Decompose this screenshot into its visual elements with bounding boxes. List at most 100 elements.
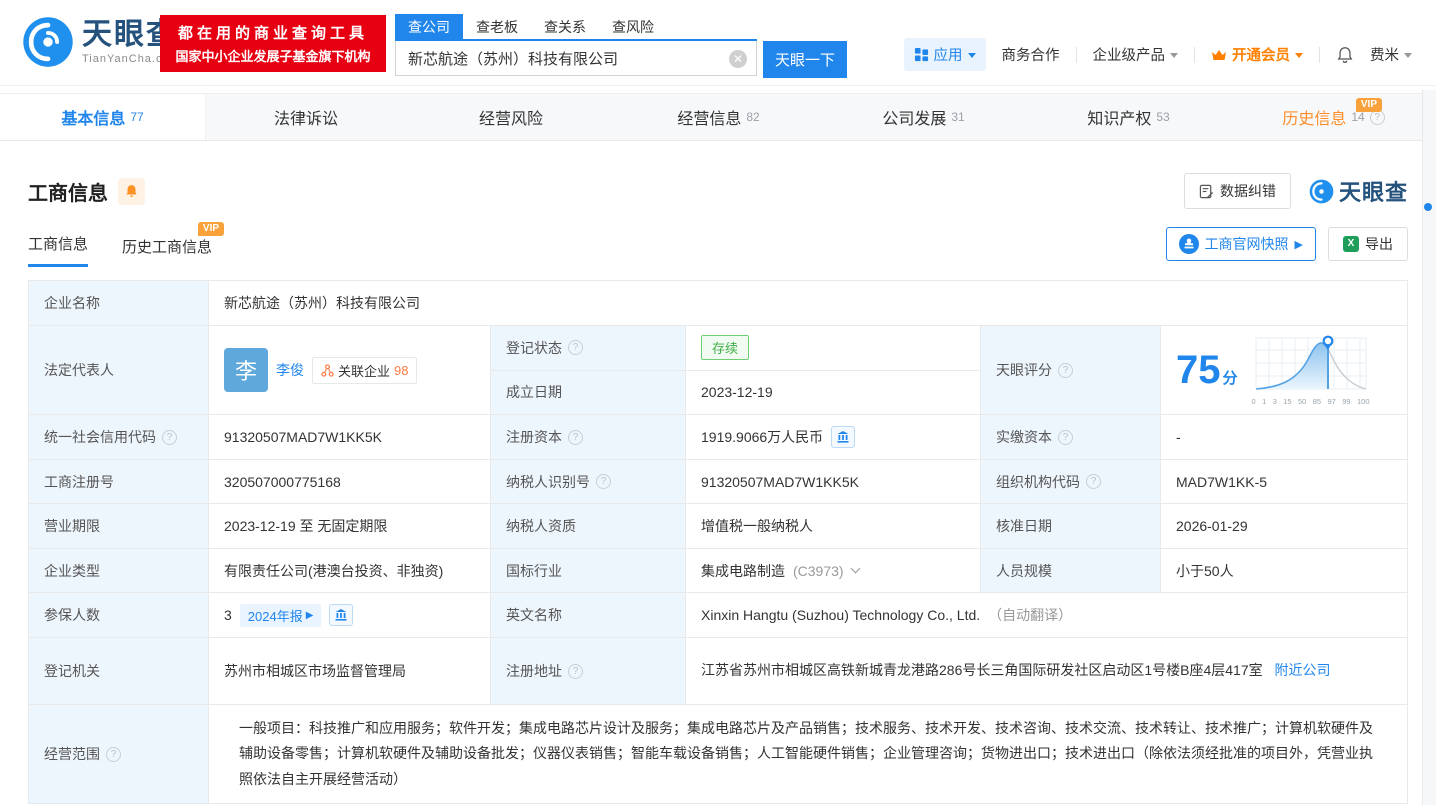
enterprise-products-menu[interactable]: 企业级产品 [1093,44,1178,65]
score-distribution-chart: 01 3 15 50 85 97 99 100 [1252,335,1372,406]
user-menu[interactable]: 费米 [1370,44,1412,65]
taxpayer-id-value: 91320507MAD7W1KK5K [686,460,981,503]
official-snapshot-button[interactable]: 工商官网快照 ▶ [1165,227,1316,261]
edit-document-icon [1199,184,1214,198]
score-value: 75 分 0 1 3 15 50 85 97 99 100 [1161,326,1409,414]
apps-grid-icon [914,47,928,62]
business-scope-label: 经营范围? [29,705,209,803]
address-label: 注册地址? [491,638,686,704]
business-term-label: 营业期限 [29,504,209,548]
insured-value: 3 2024年报 ▶ [209,593,491,637]
search-tab-boss[interactable]: 查老板 [463,14,531,39]
reg-capital-label: 注册资本? [491,415,686,459]
search-tab-relation[interactable]: 查关系 [531,14,599,39]
chevron-down-icon[interactable] [850,563,861,574]
taxpayer-quality-value: 增值税一般纳税人 [686,504,981,548]
table-row: 成立日期 2023-12-19 [491,370,981,414]
section-header: 工商信息 数据纠错 天眼查 [28,173,1408,209]
subscribe-bell-button[interactable] [118,177,145,205]
notifications-bell[interactable] [1336,46,1354,64]
company-nav-tabs: 基本信息 77 法律诉讼 经营风险 经营信息 82 公司发展 31 知识产权 53 VI… [0,93,1436,141]
subtab-business-registration[interactable]: 工商信息 [28,233,89,267]
export-button[interactable]: X 导出 [1328,227,1408,261]
help-icon[interactable]: ? [596,474,611,489]
credit-code-value: 91320507MAD7W1KK5K [209,415,491,459]
approval-date-value: 2026-01-29 [1176,518,1248,534]
network-icon [321,363,334,377]
table-row: 登记状态? 存续 [491,326,981,371]
search-input[interactable] [395,41,757,76]
legal-rep-name-link[interactable]: 李俊 [276,360,304,380]
tab-business-info[interactable]: 经营信息 82 [616,94,821,140]
open-vip-menu[interactable]: 开通会员 [1211,44,1303,65]
cooperation-menu[interactable]: 商务合作 [1002,44,1060,65]
taxpayer-id-label: 纳税人识别号? [491,460,686,503]
tianyancha-watermark-logo: 天眼查 [1309,175,1408,207]
paid-capital-label: 实缴资本? [981,415,1161,459]
help-icon[interactable]: ? [106,746,121,762]
staff-size-value: 小于50人 [1176,562,1234,579]
table-row: 营业期限 2023-12-19 至 无固定期限 纳税人资质 增值税一般纳税人 核… [29,504,1407,549]
staff-size-label: 人员规模 [981,549,1161,592]
chevron-down-icon [1170,52,1178,62]
approval-date-label: 核准日期 [981,504,1161,548]
tab-operation-risk[interactable]: 经营风险 [411,94,616,140]
related-companies-badge[interactable]: 关联企业 98 [312,356,418,384]
legal-rep-avatar[interactable]: 李 [224,348,268,392]
bell-icon [126,184,137,197]
tianyancha-logo[interactable]: 天眼查 TianYanCha.com [22,16,180,68]
chevron-down-icon [967,52,976,62]
reg-authority-value: 苏州市相城区市场监督管理局 [209,638,491,704]
table-row: 工商注册号 320507000775168 纳税人识别号? 91320507MA… [29,460,1407,504]
tab-company-development[interactable]: 公司发展 31 [821,94,1026,140]
business-scope-value: 一般项目：科技推广和应用服务；软件开发；集成电路芯片设计及服务；集成电路芯片及产… [239,720,1373,787]
subtab-history-registration[interactable]: VIP 历史工商信息 [122,222,225,267]
establish-date-label: 成立日期 [491,370,686,414]
business-info-table: 企业名称 新芯航途（苏州）科技有限公司 法定代表人 李 李俊 关联企业 98 登… [28,280,1408,804]
bar-chart-icon [335,609,347,621]
score-label: 天眼评分? [981,326,1161,414]
nearby-companies-link[interactable]: 附近公司 [1275,662,1331,678]
promo-line1: 都在用的商业查询工具 [177,25,368,42]
data-correction-button[interactable]: 数据纠错 [1183,173,1291,209]
search-button[interactable]: 天眼一下 [763,41,847,78]
divider [1194,46,1195,63]
top-bar: 天眼查 TianYanCha.com 都在用的商业查询工具 国家中小企业发展子基… [0,0,1436,86]
crown-icon [1212,49,1226,60]
search-tab-risk[interactable]: 查风险 [599,14,667,39]
status-date-block: 登记状态? 存续 成立日期 2023-12-19 [491,326,981,414]
score-axis-ticks: 01 3 15 50 85 97 99 100 [1251,396,1370,406]
annual-report-chip[interactable]: 2024年报 ▶ [239,603,322,627]
page-scrollbar[interactable] [1422,90,1436,805]
help-icon[interactable]: ? [568,340,583,356]
tab-legal-litigation[interactable]: 法律诉讼 [206,94,411,140]
subtab-row: 工商信息 VIP 历史工商信息 工商官网快照 ▶ X 导出 [28,222,1408,267]
help-icon[interactable]: ? [1058,429,1073,445]
help-icon[interactable]: ? [568,429,583,445]
capital-history-chart-button[interactable] [831,426,856,448]
tab-basic-info[interactable]: 基本信息 77 [0,94,206,140]
help-icon[interactable]: ? [162,429,177,445]
help-icon[interactable]: ? [1058,362,1073,378]
insured-history-chart-button[interactable] [329,604,354,626]
table-row: 企业类型 有限责任公司(港澳台投资、非独资) 国标行业 集成电路制造 (C397… [29,549,1407,593]
apps-menu[interactable]: 应用 [903,38,986,71]
table-row: 登记机关 苏州市相城区市场监督管理局 注册地址? 江苏省苏州市相城区高铁新城青龙… [29,638,1407,705]
bar-chart-icon [837,431,849,443]
divider [1075,46,1077,63]
tab-history-info[interactable]: VIP 历史信息 14 ? [1231,94,1436,140]
industry-label: 国标行业 [491,549,686,592]
legal-rep-label: 法定代表人 [29,326,209,414]
search-area: 查公司 查老板 查关系 查风险 ✕ 天眼一下 [395,14,847,78]
clear-search-icon[interactable]: ✕ [729,50,747,68]
divider [1319,46,1320,63]
vip-badge: VIP [1355,98,1382,112]
scrollbar-marker [1424,203,1432,211]
help-icon[interactable]: ? [568,663,583,679]
search-tab-company[interactable]: 查公司 [395,14,463,39]
main-content: 工商信息 数据纠错 天眼查 工商信息 VIP 历史工商信息 工商官网快照 ▶ X… [0,173,1436,804]
bell-icon [1337,46,1353,63]
help-icon[interactable]: ? [1086,474,1101,489]
tab-intellectual-property[interactable]: 知识产权 53 [1026,94,1231,140]
taxpayer-quality-label: 纳税人资质 [491,504,686,548]
